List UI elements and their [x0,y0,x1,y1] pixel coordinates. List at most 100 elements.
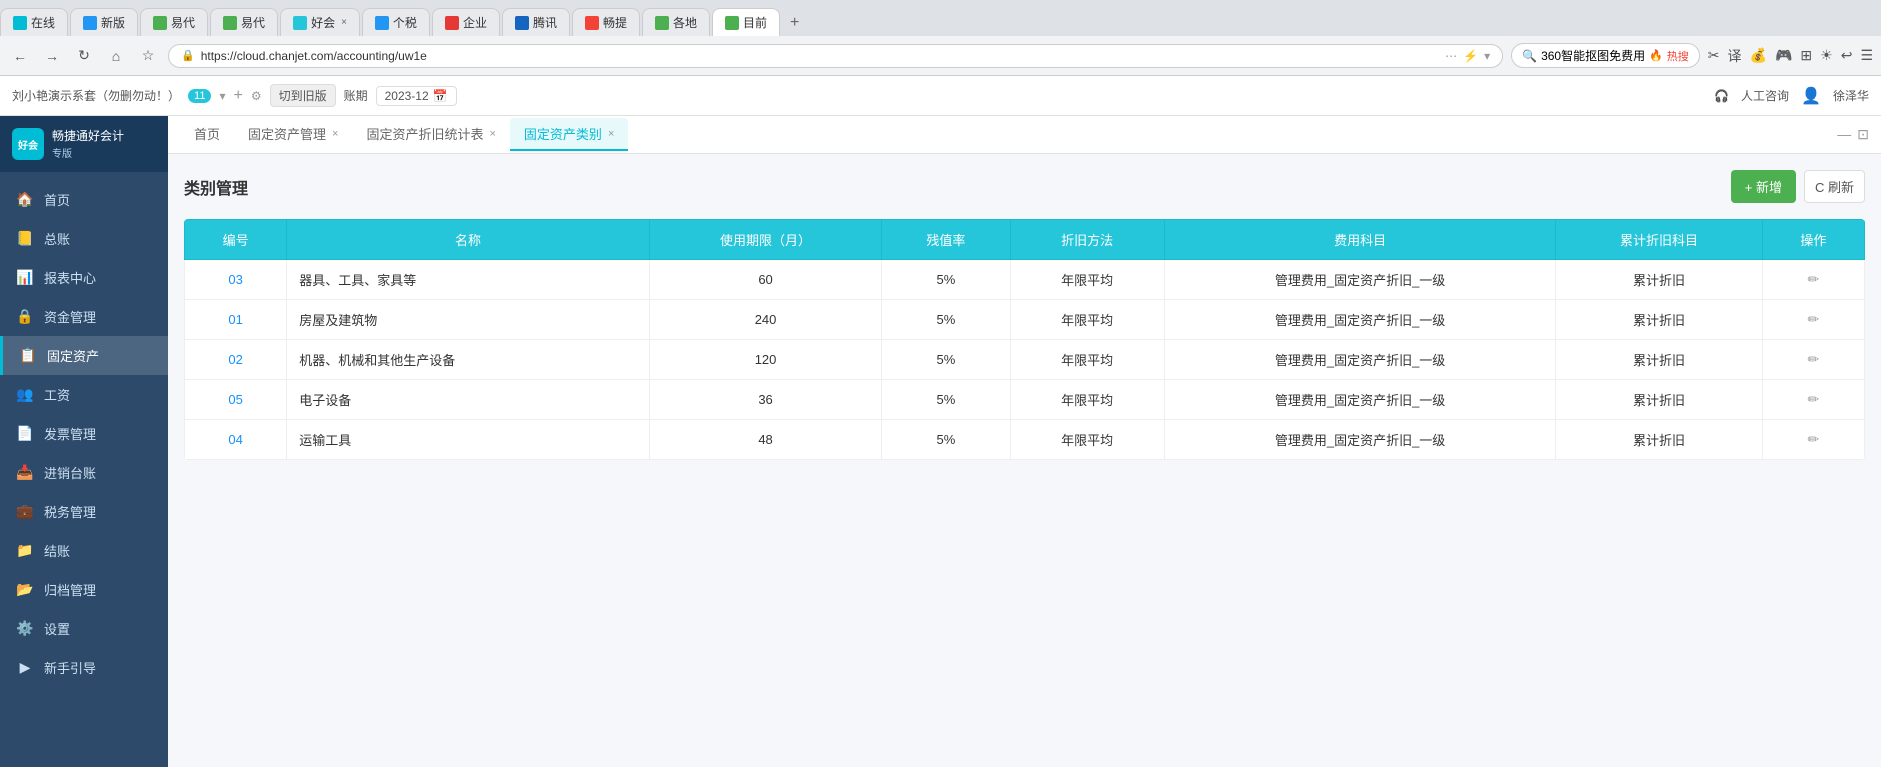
browser-tab-5[interactable]: 个税 [362,8,430,36]
cell-months-1: 240 [649,300,881,340]
browser-tab-2[interactable]: 易代 [140,8,208,36]
browser-tab-4-close[interactable]: × [341,17,347,28]
grid-icon: ⊞ [1800,47,1812,64]
tab-home-label: 首页 [194,124,220,143]
cell-action-1: ✏ [1762,300,1864,340]
service-label[interactable]: 人工咨询 [1741,87,1789,104]
browser-tab-0[interactable]: 在线 [0,8,68,36]
edit-button-4[interactable]: ✏ [1808,431,1820,447]
table-row: 04 运输工具 48 5% 年限平均 管理费用_固定资产折旧_一级 累计折旧 ✏ [185,420,1865,460]
sidebar-item-payroll[interactable]: 👥 工资 [0,375,168,414]
period-badge: 2023-12 📅 [376,86,457,106]
add-company-icon[interactable]: + [233,87,242,105]
sidebar-item-fixed-assets[interactable]: 📋 固定资产 [0,336,168,375]
period-value: 2023-12 [385,89,429,103]
cell-name-3: 电子设备 [287,380,650,420]
fixed-assets-icon: 📋 [19,347,37,365]
tab-asset-category[interactable]: 固定资产类别 × [510,118,628,151]
browser-tab-1[interactable]: 新版 [70,8,138,36]
sidebar-item-closing[interactable]: 📁 结账 [0,531,168,570]
brightness-icon: ☀ [1820,47,1833,64]
row-code-2[interactable]: 02 [228,352,242,367]
row-code-3[interactable]: 05 [228,392,242,407]
col-action: 操作 [1762,220,1864,260]
calendar-icon[interactable]: 📅 [433,89,448,103]
search-box[interactable]: 🔍 360智能抠图免费用 🔥 热搜 [1511,43,1700,68]
browser-tab-8[interactable]: 畅提 [572,8,640,36]
sidebar-item-settings[interactable]: ⚙️ 设置 [0,609,168,648]
url-expand-icon[interactable]: ⚡ [1463,49,1478,63]
sidebar-item-purchases[interactable]: 📥 进销台账 [0,453,168,492]
tab-icon-5 [375,16,389,30]
category-table: 编号 名称 使用期限（月） 残值率 折旧方法 费用科目 累计折旧科目 操作 03… [184,219,1865,460]
browser-tab-4[interactable]: 好会 × [280,8,360,36]
edit-button-3[interactable]: ✏ [1808,391,1820,407]
cell-method-2: 年限平均 [1010,340,1164,380]
user-name: 徐泽华 [1833,87,1869,104]
user-avatar: 👤 [1801,86,1821,106]
tab-icon-2 [153,16,167,30]
sidebar-item-funds[interactable]: 🔒 资金管理 [0,297,168,336]
payroll-icon: 👥 [16,386,34,404]
window-controls: — ⊡ [1837,126,1869,143]
back-button[interactable]: ← [8,44,32,68]
edit-button-2[interactable]: ✏ [1808,351,1820,367]
sidebar-item-archive[interactable]: 📂 归档管理 [0,570,168,609]
new-tab-button[interactable]: + [782,10,807,36]
table-row: 05 电子设备 36 5% 年限平均 管理费用_固定资产折旧_一级 累计折旧 ✏ [185,380,1865,420]
sidebar-item-reports[interactable]: 📊 报表中心 [0,258,168,297]
browser-tab-9[interactable]: 各地 [642,8,710,36]
game-icon: 🎮 [1775,47,1792,64]
sidebar-item-home[interactable]: 🏠 首页 [0,180,168,219]
logo-text: 畅捷通好会计 [52,128,124,145]
tab-asset-category-close[interactable]: × [608,128,614,140]
browser-tab-3[interactable]: 易代 [210,8,278,36]
sidebar-item-invoice[interactable]: 📄 发票管理 [0,414,168,453]
sidebar-item-tax[interactable]: 💼 税务管理 [0,492,168,531]
browser-tab-7[interactable]: 腾讯 [502,8,570,36]
settings-icon[interactable]: ⚙ [251,89,262,103]
row-code-4[interactable]: 04 [228,432,242,447]
sidebar-item-ledger[interactable]: 📒 总账 [0,219,168,258]
edit-button-1[interactable]: ✏ [1808,311,1820,327]
closing-icon: 📁 [16,542,34,560]
edit-button-0[interactable]: ✏ [1808,271,1820,287]
sidebar-item-guide[interactable]: ▶ 新手引导 [0,648,168,687]
guide-icon: ▶ [16,659,34,677]
tab-home[interactable]: 首页 [180,118,234,151]
maximize-icon[interactable]: ⊡ [1857,126,1869,143]
url-bar[interactable]: 🔒 https://cloud.chanjet.com/accounting/u… [168,44,1503,68]
tab-depreciation-table-close[interactable]: × [489,128,495,140]
new-button[interactable]: + 新增 [1731,170,1796,203]
forward-button[interactable]: → [40,44,64,68]
reload-button[interactable]: ↻ [72,44,96,68]
url-dropdown-icon[interactable]: ▾ [1484,49,1490,63]
cell-expense-1: 管理费用_固定资产折旧_一级 [1164,300,1556,340]
switch-version-button[interactable]: 切到旧版 [270,84,336,107]
menu-icon[interactable]: ☰ [1860,47,1873,64]
row-code-0[interactable]: 03 [228,272,242,287]
tab-fixed-assets-mgmt[interactable]: 固定资产管理 × [234,118,352,151]
bookmark-button[interactable]: ☆ [136,44,160,68]
company-name: 刘小艳演示系套（勿删勿动！） [12,87,180,104]
cell-code-3: 05 [185,380,287,420]
browser-tab-10[interactable]: 目前 [712,8,780,36]
col-method: 折旧方法 [1010,220,1164,260]
tab-fixed-assets-mgmt-close[interactable]: × [332,128,338,140]
cell-code-0: 03 [185,260,287,300]
col-months: 使用期限（月） [649,220,881,260]
cell-expense-4: 管理费用_固定资产折旧_一级 [1164,420,1556,460]
tab-depreciation-table[interactable]: 固定资产折旧统计表 × [352,118,509,151]
minimize-icon[interactable]: — [1837,126,1851,143]
home-button[interactable]: ⌂ [104,44,128,68]
browser-tab-6[interactable]: 企业 [432,8,500,36]
url-menu-icon[interactable]: ⋯ [1445,49,1457,63]
row-code-1[interactable]: 01 [228,312,242,327]
tab-count-badge: 11 [188,89,211,103]
refresh-button[interactable]: C 刷新 [1804,170,1865,203]
sidebar-label-closing: 结账 [44,541,70,560]
table-row: 02 机器、机械和其他生产设备 120 5% 年限平均 管理费用_固定资产折旧_… [185,340,1865,380]
invoice-icon: 📄 [16,425,34,443]
coin-icon: 💰 [1750,47,1767,64]
dropdown-icon[interactable]: ▾ [219,89,225,103]
